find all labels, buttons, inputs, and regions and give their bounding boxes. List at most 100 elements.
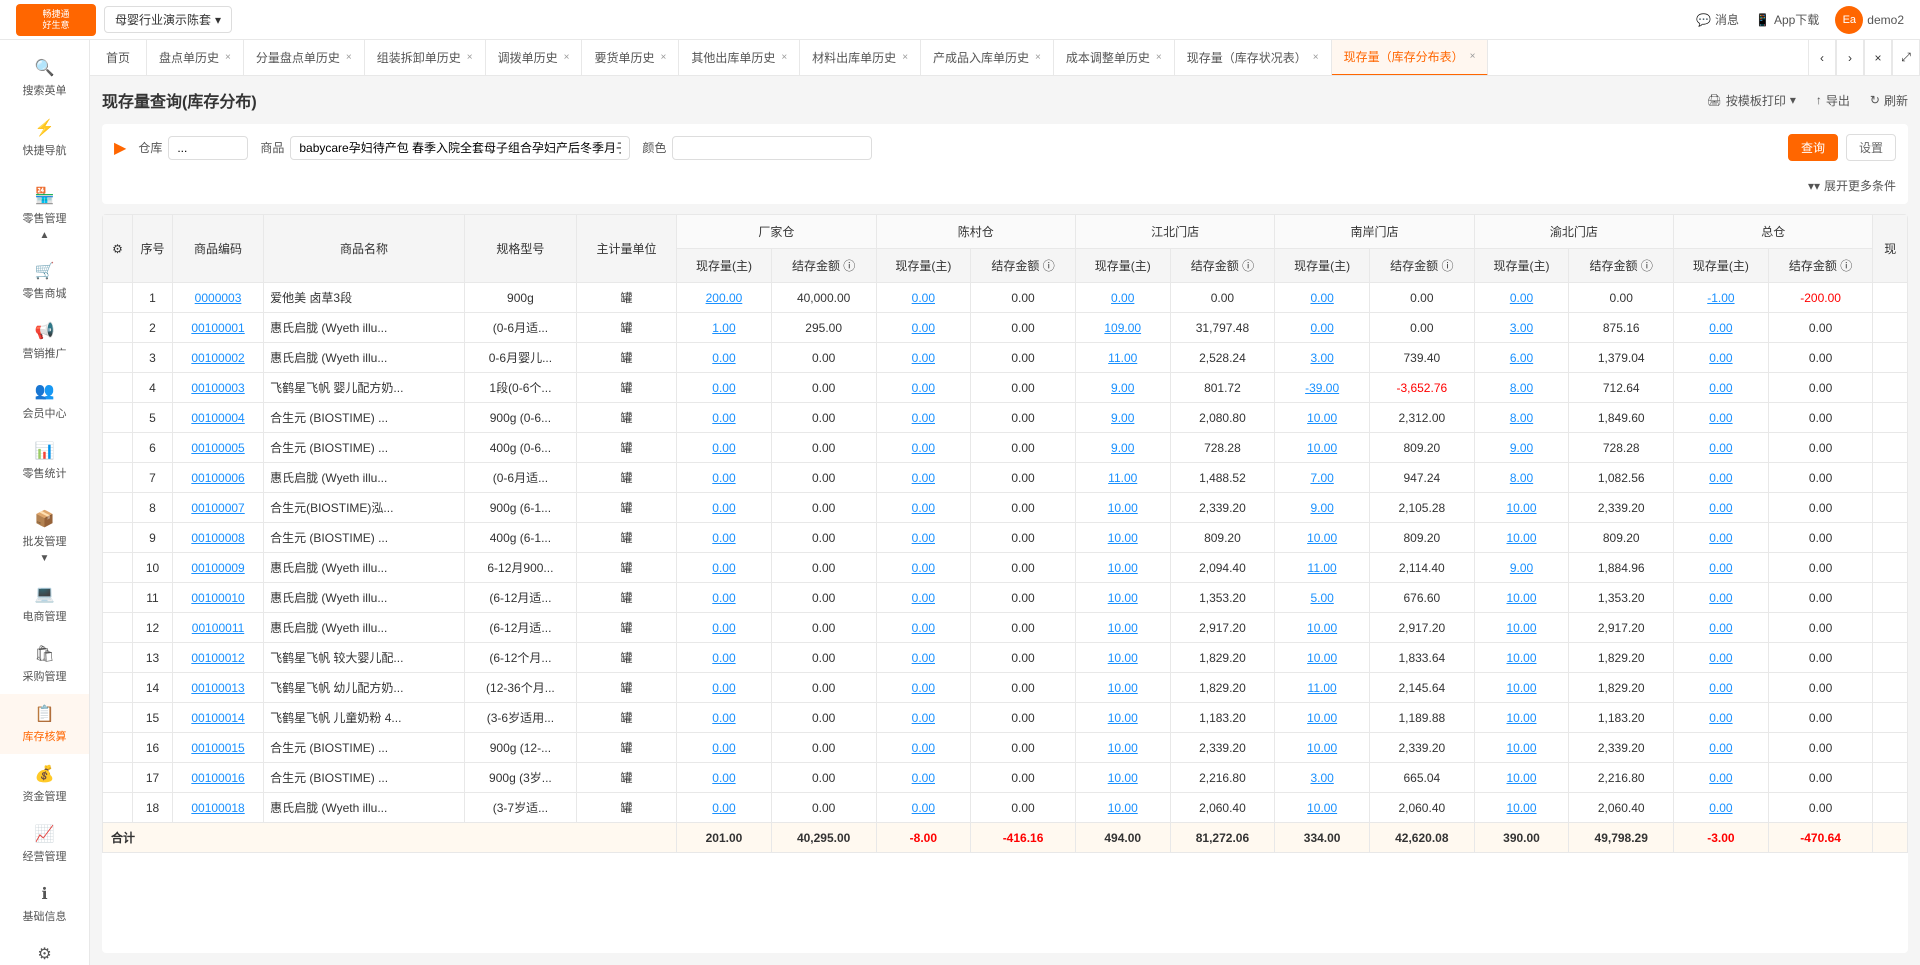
tab-close-icon[interactable]: × [902,52,908,63]
tab-close-icon[interactable]: × [564,52,570,63]
sidebar-item-inventory[interactable]: 📋 库存核算 [0,694,89,754]
row-settings[interactable] [103,523,133,553]
row-settings[interactable] [103,433,133,463]
tab-close-icon[interactable]: × [1313,52,1319,63]
row-code: 00100011 [173,613,264,643]
tab-other-outbound[interactable]: 其他出库单历史 × [679,40,800,76]
row-settings[interactable] [103,553,133,583]
sidebar-item-ecommerce[interactable]: 💻 电商管理 [0,574,89,634]
sidebar-item-wholesale[interactable]: 📦 批发管理 ▼ [0,499,89,574]
app-download-button[interactable]: 📱 App下载 [1755,11,1819,28]
user-profile[interactable]: Ea demo2 [1835,6,1904,34]
tab-expand-button[interactable]: ⤢ [1892,40,1920,76]
expand-conditions-button[interactable]: ▾▾ 展开更多条件 [1808,177,1896,194]
row-cc-qty: 0.00 [876,703,971,733]
row-now [1873,613,1908,643]
row-unit: 罐 [576,643,676,673]
row-settings[interactable] [103,583,133,613]
total-label: 合计 [103,823,677,853]
tab-close-icon[interactable]: × [467,52,473,63]
refresh-button[interactable]: ↻ 刷新 [1870,92,1908,109]
tab-close-icon[interactable]: × [225,52,231,63]
color-input[interactable] [672,136,872,160]
row-spec: (6-12月适... [464,583,576,613]
sidebar-item-retail-stats[interactable]: 📊 零售统计 [0,431,89,491]
sidebar-item-finance[interactable]: 💰 资金管理 [0,754,89,814]
row-settings[interactable] [103,613,133,643]
th-jiangbei-qty: 现存量(主) [1075,249,1170,283]
row-settings[interactable] [103,763,133,793]
row-na-qty: 3.00 [1275,763,1370,793]
row-settings[interactable] [103,283,133,313]
row-spec: (6-12月适... [464,613,576,643]
th-settings[interactable]: ⚙ [103,215,133,283]
row-settings[interactable] [103,643,133,673]
sidebar-item-base-info[interactable]: ℹ 基础信息 [0,874,89,934]
row-settings[interactable] [103,793,133,823]
settings-button[interactable]: 设置 [1846,134,1896,161]
row-settings[interactable] [103,673,133,703]
row-na-qty: 10.00 [1275,733,1370,763]
sidebar-item-marketing[interactable]: 📢 营销推广 [0,311,89,371]
tab-home[interactable]: 首页 [90,40,147,76]
filter-toggle-arrow[interactable]: ▶ [114,138,126,158]
th-zongcang: 总仓 [1674,215,1873,249]
sidebar-item-system[interactable]: ⚙ 系统管理 [0,934,89,965]
tab-next-button[interactable]: › [1836,40,1864,76]
row-now [1873,553,1908,583]
tab-close-icon[interactable]: × [781,52,787,63]
tab-inventory-check[interactable]: 盘点单历史 × [147,40,244,76]
sidebar-item-retail[interactable]: 🏪 零售管理 ▲ [0,176,89,251]
row-jb-amt: 2,917.20 [1170,613,1275,643]
row-settings[interactable] [103,463,133,493]
print-button[interactable]: 🖨 按模板打印 ▾ [1707,92,1796,109]
export-button[interactable]: ↑ 导出 [1816,92,1850,109]
company-selector[interactable]: 母婴行业演示陈套 ▾ [104,6,232,33]
tab-transfer[interactable]: 调拨单历史 × [486,40,583,76]
tab-assembly[interactable]: 组装拆卸单历史 × [365,40,486,76]
row-settings[interactable] [103,733,133,763]
sidebar-item-mall[interactable]: 🛒 零售商城 [0,251,89,311]
tab-stock-status[interactable]: 现存量（库存状况表） × [1175,40,1332,76]
row-settings[interactable] [103,493,133,523]
sidebar-item-operations[interactable]: 📈 经营管理 [0,814,89,874]
row-settings[interactable] [103,373,133,403]
tab-stock-distribution[interactable]: 现存量（库存分布表） × [1332,40,1489,76]
tab-close-icon[interactable]: × [1035,52,1041,63]
tab-prev-button[interactable]: ‹ [1808,40,1836,76]
row-cj-amt: 0.00 [771,433,876,463]
tab-product-inbound[interactable]: 产成品入库单历史 × [921,40,1054,76]
tab-close-icon[interactable]: × [1470,51,1476,62]
top-actions: 💬 消息 📱 App下载 Ea demo2 [1696,6,1904,34]
tab-close-all-button[interactable]: × [1864,40,1892,76]
sidebar-item-purchase[interactable]: 🛍 采购管理 [0,634,89,694]
row-settings[interactable] [103,703,133,733]
table-row: 5 00100004 合生元 (BIOSTIME) ... 900g (0-6.… [103,403,1908,433]
row-zc-amt: 0.00 [1768,493,1873,523]
row-now [1873,523,1908,553]
tab-close-icon[interactable]: × [346,52,352,63]
row-settings[interactable] [103,313,133,343]
tab-requisition[interactable]: 要货单历史 × [582,40,679,76]
row-cj-amt: 0.00 [771,793,876,823]
tab-close-icon[interactable]: × [1156,52,1162,63]
row-jb-qty: 0.00 [1075,283,1170,313]
product-input[interactable] [290,136,630,160]
tab-close-icon[interactable]: × [660,52,666,63]
table-row: 14 00100013 飞鹤星飞帆 幼儿配方奶... (12-36个月... 罐… [103,673,1908,703]
row-cj-qty: 0.00 [677,343,772,373]
row-settings[interactable] [103,403,133,433]
th-spec: 规格型号 [464,215,576,283]
row-jb-qty: 9.00 [1075,373,1170,403]
main-content: 现存量查询(库存分布) 🖨 按模板打印 ▾ ↑ 导出 ↻ [90,76,1920,965]
tab-material-outbound[interactable]: 材料出库单历史 × [800,40,921,76]
message-button[interactable]: 💬 消息 [1696,11,1739,28]
row-settings[interactable] [103,343,133,373]
sidebar-item-member[interactable]: 👥 会员中心 [0,371,89,431]
warehouse-input[interactable] [168,136,248,160]
tab-cost-adjust[interactable]: 成本调整单历史 × [1054,40,1175,76]
tab-split-check[interactable]: 分量盘点单历史 × [244,40,365,76]
sidebar-item-quick-nav[interactable]: ⚡ 快捷导航 [0,108,89,168]
query-button[interactable]: 查询 [1788,134,1838,161]
sidebar-item-search[interactable]: 🔍 搜索英单 [0,48,89,108]
